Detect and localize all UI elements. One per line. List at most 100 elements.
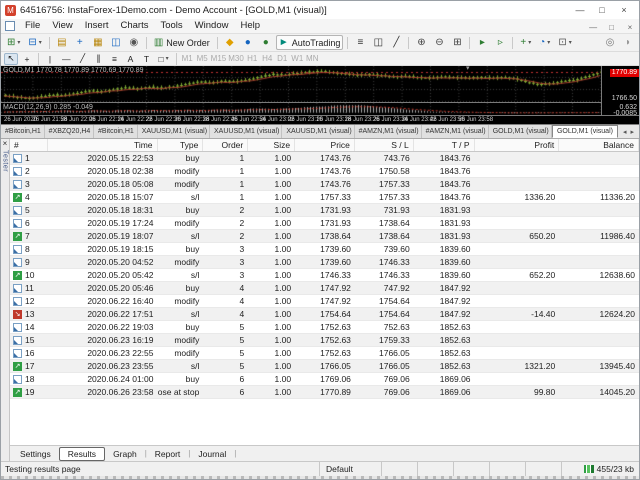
dropdown-arrow-icon[interactable]: ▾: [547, 39, 550, 46]
equidistant-channel-icon[interactable]: ∥: [92, 53, 106, 65]
table-row[interactable]: 8 2020.05.19 18:15 buy 3 1.00 1739.60 739.60 18…: [10, 243, 639, 256]
candlestick-icon[interactable]: ◫: [370, 35, 386, 50]
close-profit-icon: ↗: [13, 361, 22, 371]
row-number: 6: [25, 218, 30, 228]
cursor-icon[interactable]: ↖: [4, 52, 18, 65]
text-label-icon[interactable]: T: [140, 53, 154, 65]
table-row[interactable]: 18 2020.06.24 01:00 buy 6 1.00 1769.06 769.06 1…: [10, 373, 639, 386]
tester-close-icon[interactable]: ×: [3, 139, 8, 148]
tab-report[interactable]: Report: [147, 448, 189, 460]
dropdown-arrow-icon[interactable]: ▾: [569, 39, 572, 46]
table-row[interactable]: 6 2020.05.19 17:24 modify 2 1.00 1731.93 1738.…: [10, 217, 639, 230]
news-icon[interactable]: ●: [258, 35, 274, 50]
community-icon[interactable]: ●: [240, 35, 256, 50]
time-axis[interactable]: 26 Jun 2020 26 Jun 21:58 26 Jun 22:06 26 Ju…: [1, 116, 639, 124]
chart-tab[interactable]: #Bitcoin,H1: [1, 125, 45, 138]
table-row[interactable]: ↗19 2020.06.26 23:58close at stop 6 1.00 177…: [10, 386, 639, 399]
chart-tab[interactable]: GOLD,M1 (visual): [551, 125, 618, 138]
table-row[interactable]: 3 2020.05.18 05:08 modify 1 1.00 1743.76 1757.…: [10, 178, 639, 191]
table-row[interactable]: ↗ 7 2020.05.19 18:07 s/l 2 1.00 1738.64 1738.64…: [10, 230, 639, 243]
table-row[interactable]: ↗ 17 2020.06.23 23:55 s/l 5 1.00 1766.05 1766.0…: [10, 360, 639, 373]
chat-icon[interactable]: ◗: [620, 35, 636, 50]
chart-shift-icon[interactable]: ▹: [492, 35, 508, 50]
chart-area[interactable]: ▾ GOLD,M1 1770.78 1770.89 1770.69 1770.8…: [1, 66, 639, 125]
zoom-in-icon[interactable]: ⊕: [413, 35, 429, 50]
menu-bar: File View Insert Charts Tools Window Help — □ …: [1, 19, 639, 34]
trendline-icon[interactable]: ╱: [76, 53, 90, 65]
cell-n: ↘ 13: [10, 308, 48, 320]
scroll-left-icon[interactable]: ◂: [621, 128, 629, 136]
chart-tab[interactable]: #AMZN,M1 (visual): [354, 125, 422, 138]
dropdown-arrow-icon[interactable]: ▾: [39, 39, 42, 46]
new-order-button[interactable]: ▥ New Order: [151, 35, 213, 50]
child-minimize-button[interactable]: —: [586, 23, 600, 32]
tab-settings[interactable]: Settings: [12, 448, 59, 460]
menu-window[interactable]: Window: [189, 19, 235, 33]
metaeditor-icon[interactable]: ◆: [222, 35, 238, 50]
autotrading-button[interactable]: ► AutoTrading: [275, 35, 344, 50]
market-watch-icon[interactable]: ▤: [54, 35, 70, 50]
table-row[interactable]: 14 2020.06.22 19:03 buy 5 1.00 1752.63 752.63 1…: [10, 321, 639, 334]
shapes-icon[interactable]: □ ▾: [156, 53, 172, 65]
title-bar[interactable]: M 64516756: InstaForex-1Demo.com - Demo …: [1, 1, 639, 19]
menu-charts[interactable]: Charts: [115, 19, 155, 33]
table-row[interactable]: 12 2020.06.22 16:40 modify 4 1.00 1747.92 1754…: [10, 295, 639, 308]
indicators-icon[interactable]: + ▾: [517, 35, 534, 50]
tab-journal[interactable]: Journal: [190, 448, 234, 460]
menu-tools[interactable]: Tools: [154, 19, 188, 33]
cell-size: 1.00: [274, 244, 292, 254]
chart-tab[interactable]: GOLD,M1 (visual): [488, 125, 552, 138]
dropdown-arrow-icon[interactable]: ▾: [166, 55, 169, 62]
fibonacci-icon[interactable]: ≡: [108, 53, 122, 65]
chart-tab[interactable]: XAUUSD,M1 (visual): [137, 125, 210, 138]
horizontal-line-icon[interactable]: —: [59, 53, 74, 65]
table-row[interactable]: 2 2020.05.18 02:38 modify 1 1.00 1743.76 1750.…: [10, 165, 639, 178]
table-row[interactable]: ↗ 10 2020.05.20 05:42 s/l 3 1.00 1746.33 1746.3…: [10, 269, 639, 282]
cell-price: 1747.92: [320, 296, 351, 306]
terminal-icon[interactable]: ◫: [108, 35, 124, 50]
menu-view[interactable]: View: [46, 19, 78, 33]
menu-file[interactable]: File: [19, 19, 46, 33]
new-chart-icon[interactable]: ⊞ ▾: [4, 35, 23, 50]
dropdown-arrow-icon[interactable]: ▾: [528, 39, 531, 46]
navigator-icon[interactable]: ▦: [90, 35, 106, 50]
table-row[interactable]: 15 2020.06.23 16:19 modify 5 1.00 1752.63 1759…: [10, 334, 639, 347]
text-icon[interactable]: A: [124, 53, 138, 65]
price-axis[interactable]: 1770.89 1766.50 0.632 -0.0085: [601, 66, 639, 117]
table-row[interactable]: 16 2020.06.23 22:55 modify 5 1.00 1752.63 1766…: [10, 347, 639, 360]
table-row[interactable]: 1 2020.05.15 22:53 buy 1 1.00 1743.76 743.76 18…: [10, 152, 639, 165]
table-row[interactable]: 9 2020.05.20 04:52 modify 3 1.00 1739.60 1746.…: [10, 256, 639, 269]
chart-tab[interactable]: XAUUSD,M1 (visual): [282, 125, 355, 138]
search-icon[interactable]: ◎: [602, 35, 618, 50]
table-row[interactable]: 5 2020.05.18 18:31 buy 2 1.00 1731.93 731.93 18…: [10, 204, 639, 217]
status-profile[interactable]: Default: [319, 462, 381, 476]
child-restore-button[interactable]: □: [605, 23, 619, 32]
tile-windows-icon[interactable]: ⊞: [449, 35, 465, 50]
vertical-line-icon[interactable]: |: [43, 53, 57, 65]
zoom-out-icon[interactable]: ⊖: [431, 35, 447, 50]
chart-tab[interactable]: #Bitcoin,H1: [94, 125, 138, 138]
tab-results[interactable]: Results: [58, 446, 106, 461]
menu-insert[interactable]: Insert: [79, 19, 115, 33]
tab-graph[interactable]: Graph: [105, 448, 145, 460]
table-row[interactable]: ↘ 13 2020.06.22 17:51 s/l 4 1.00 1754.64 1754.6…: [10, 308, 639, 321]
menu-help[interactable]: Help: [234, 19, 266, 33]
bar-chart-icon[interactable]: ≡: [352, 35, 368, 50]
chart-tab[interactable]: #XBZQ20,H4: [44, 125, 95, 138]
profiles-icon[interactable]: ⊟ ▾: [25, 35, 44, 50]
dropdown-arrow-icon[interactable]: ▾: [17, 39, 20, 46]
data-window-icon[interactable]: +: [72, 35, 88, 50]
table-row[interactable]: 11 2020.05.20 05:46 buy 4 1.00 1747.92 747.92 1…: [10, 282, 639, 295]
strategy-tester-icon[interactable]: ◉: [126, 35, 142, 50]
periods-icon[interactable]: ◔ ▾: [536, 35, 553, 50]
crosshair-icon[interactable]: +: [20, 53, 34, 65]
table-row[interactable]: ↗ 4 2020.05.18 15:07 s/l 1 1.00 1757.33 1757.33…: [10, 191, 639, 204]
line-chart-icon[interactable]: ╱: [388, 35, 404, 50]
chart-tab[interactable]: #AMZN,M1 (visual): [421, 125, 489, 138]
toolbar-separator: [48, 36, 50, 49]
child-close-button[interactable]: ×: [623, 23, 637, 32]
scroll-right-icon[interactable]: ▸: [628, 128, 636, 136]
chart-tab[interactable]: XAUUSD,M1 (visual): [210, 125, 283, 138]
auto-scroll-icon[interactable]: ▸: [474, 35, 490, 50]
templates-icon[interactable]: ⊡ ▾: [555, 35, 574, 50]
